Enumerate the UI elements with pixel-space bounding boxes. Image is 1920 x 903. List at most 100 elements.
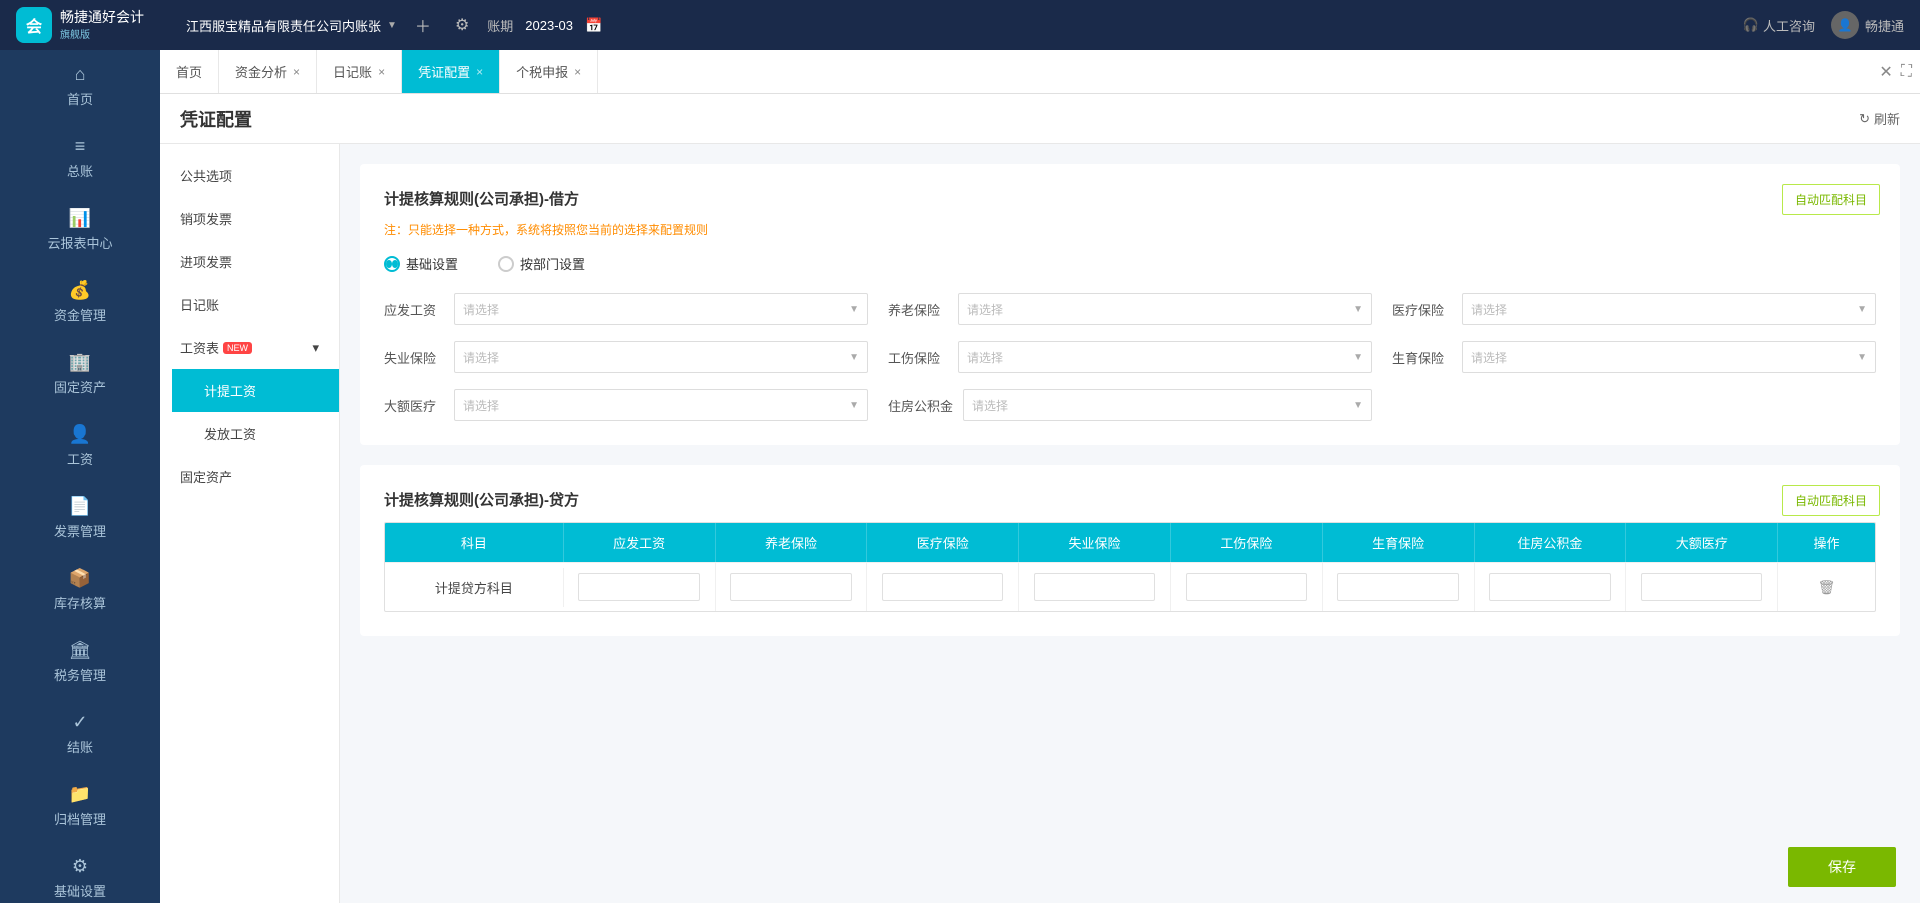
tax-icon: 🏛 (69, 640, 92, 661)
header-center: 江西服宝精品有限责任公司内账张 ▼ ＋ ⚙ 账期 2023-03 📅 (176, 9, 1743, 41)
credit-medical-input[interactable] (882, 573, 1003, 601)
tab-home-label: 首页 (176, 62, 202, 81)
credit-maternity-input[interactable] (1337, 573, 1458, 601)
tab-journal[interactable]: 日记账 × (317, 50, 402, 93)
payroll-chevron-icon: ▾ (312, 340, 319, 356)
salary-label: 应发工资 (384, 300, 444, 319)
td-row-label: 计提贷方科目 (385, 568, 564, 607)
td-housing (1475, 563, 1627, 611)
left-nav-purchase-invoice[interactable]: 进项发票 (160, 240, 339, 283)
td-delete: 🗑 (1778, 569, 1875, 606)
period-value: 2023-03 (525, 18, 573, 33)
tab-journal-close-icon[interactable]: × (378, 65, 385, 79)
large-medical-select[interactable]: 请选择 ▼ (454, 389, 868, 421)
medical-select[interactable]: 请选择 ▼ (1462, 293, 1876, 325)
credit-injury-input[interactable] (1186, 573, 1307, 601)
td-unemployment (1019, 563, 1171, 611)
sidebar-item-close[interactable]: ✓ 结账 (0, 698, 160, 770)
refresh-button[interactable]: ↻ 刷新 (1859, 109, 1900, 128)
page-body: 公共选项 销项发票 进项发票 日记账 工资表 NEW ▾ 计提工资 发放工资 固… (160, 144, 1920, 903)
form-row-housing: 住房公积金 请选择 ▼ (888, 389, 1372, 421)
header-right: 🎧 人工咨询 👤 畅捷通 (1743, 11, 1904, 39)
radio-basic-settings[interactable]: 基础设置 (384, 254, 458, 273)
calendar-icon[interactable]: 📅 (585, 17, 602, 34)
service-button[interactable]: 🎧 人工咨询 (1743, 16, 1815, 35)
save-button[interactable]: 保存 (1788, 847, 1896, 887)
settings-icon[interactable]: ⚙ (449, 11, 475, 39)
credit-pension-input[interactable] (730, 573, 851, 601)
tab-tax-close-icon[interactable]: × (574, 65, 581, 79)
credit-unemployment-input[interactable] (1034, 573, 1155, 601)
unemployment-select[interactable]: 请选择 ▼ (454, 341, 868, 373)
company-chevron-icon: ▼ (387, 20, 397, 31)
form-row-unemployment: 失业保险 请选择 ▼ (384, 341, 868, 373)
sidebar-item-inventory[interactable]: 📦 库存核算 (0, 554, 160, 626)
sidebar-item-assets[interactable]: 🏢 固定资产 (0, 338, 160, 410)
left-nav-payroll-group[interactable]: 工资表 NEW ▾ (160, 326, 339, 369)
housing-select[interactable]: 请选择 ▼ (963, 389, 1372, 421)
tab-voucher-close-icon[interactable]: × (476, 65, 483, 79)
th-subject: 科目 (385, 523, 564, 562)
page-actions: ↻ 刷新 (1859, 109, 1900, 128)
user-area[interactable]: 👤 畅捷通 (1831, 11, 1904, 39)
sidebar-item-invoice[interactable]: 📄 发票管理 (0, 482, 160, 554)
left-nav: 公共选项 销项发票 进项发票 日记账 工资表 NEW ▾ 计提工资 发放工资 固… (160, 144, 340, 903)
tab-actions: ✕ ⛶ (1871, 50, 1920, 93)
sidebar-label-tax: 税务管理 (54, 665, 106, 684)
debit-radio-group: 基础设置 按部门设置 (384, 254, 1876, 273)
sidebar-item-ledger[interactable]: ≡ 总账 (0, 122, 160, 194)
credit-large-medical-input[interactable] (1641, 573, 1762, 601)
company-selector[interactable]: 江西服宝精品有限责任公司内账张 ▼ (186, 16, 397, 35)
radio-basic-label: 基础设置 (406, 254, 458, 273)
housing-placeholder: 请选择 (972, 397, 1008, 414)
debit-section: 计提核算规则(公司承担)-借方 注：只能选择一种方式，系统将按照您当前的选择来配… (360, 164, 1900, 445)
tab-capital-close-icon[interactable]: × (293, 65, 300, 79)
table-header: 科目 应发工资 养老保险 医疗保险 失业保险 工伤保险 生育保险 住房公积金 大… (385, 523, 1875, 562)
debit-auto-match-button[interactable]: 自动匹配科目 (1782, 184, 1880, 215)
credit-housing-input[interactable] (1489, 573, 1610, 601)
tab-voucher-config[interactable]: 凭证配置 × (402, 50, 500, 93)
credit-auto-match-button[interactable]: 自动匹配科目 (1782, 485, 1880, 516)
salary-select[interactable]: 请选择 ▼ (454, 293, 868, 325)
tab-tax-filing[interactable]: 个税申报 × (500, 50, 598, 93)
tab-home[interactable]: 首页 (160, 50, 219, 93)
left-nav-sales-invoice[interactable]: 销项发票 (160, 197, 339, 240)
sidebar-label-archive: 归档管理 (54, 809, 106, 828)
credit-salary-input[interactable] (578, 573, 699, 601)
pension-select[interactable]: 请选择 ▼ (958, 293, 1372, 325)
logo-text-area: 畅捷通好会计 旗舰版 (60, 9, 144, 41)
sidebar-item-reports[interactable]: 📊 云报表中心 (0, 194, 160, 266)
housing-chevron-icon: ▼ (1353, 400, 1363, 411)
injury-select[interactable]: 请选择 ▼ (958, 341, 1372, 373)
delete-row-icon[interactable]: 🗑 (1818, 579, 1836, 595)
sidebar-item-archive[interactable]: 📁 归档管理 (0, 770, 160, 842)
sidebar-item-tax[interactable]: 🏛 税务管理 (0, 626, 160, 698)
form-row-salary: 应发工资 请选择 ▼ (384, 293, 868, 325)
maternity-select[interactable]: 请选择 ▼ (1462, 341, 1876, 373)
tab-expand-button[interactable]: ⛶ (1901, 63, 1912, 81)
sidebar-item-settings[interactable]: ⚙ 基础设置 (0, 842, 160, 903)
tab-close-window-button[interactable]: ✕ (1879, 62, 1892, 82)
main-content: 计提核算规则(公司承担)-借方 注：只能选择一种方式，系统将按照您当前的选择来配… (340, 144, 1920, 903)
sidebar-item-salary[interactable]: 👤 工资 (0, 410, 160, 482)
payroll-group-label: 工资表 (180, 338, 219, 357)
page-header: 凭证配置 ↻ 刷新 (160, 94, 1920, 144)
archive-icon: 📁 (69, 784, 91, 805)
add-account-button[interactable]: ＋ (409, 9, 437, 41)
sidebar-label-invoice: 发票管理 (54, 521, 106, 540)
left-nav-pay-salary[interactable]: 发放工资 (172, 412, 339, 455)
logo-area: 会 畅捷通好会计 旗舰版 (16, 7, 176, 43)
tab-capital-analysis[interactable]: 资金分析 × (219, 50, 317, 93)
left-nav-public[interactable]: 公共选项 (160, 154, 339, 197)
debit-section-title: 计提核算规则(公司承担)-借方 (384, 188, 1876, 209)
period-label: 账期 (487, 16, 513, 35)
maternity-label: 生育保险 (1392, 348, 1452, 367)
sidebar-item-home[interactable]: ⌂ 首页 (0, 50, 160, 122)
th-operation: 操作 (1778, 523, 1875, 562)
radio-dept-settings[interactable]: 按部门设置 (498, 254, 585, 273)
left-nav-accrual-salary[interactable]: 计提工资 (172, 369, 339, 412)
left-nav-fixed-assets[interactable]: 固定资产 (160, 455, 339, 498)
sidebar-item-finance[interactable]: 💰 资金管理 (0, 266, 160, 338)
left-nav-journal[interactable]: 日记账 (160, 283, 339, 326)
large-medical-chevron-icon: ▼ (849, 400, 859, 411)
